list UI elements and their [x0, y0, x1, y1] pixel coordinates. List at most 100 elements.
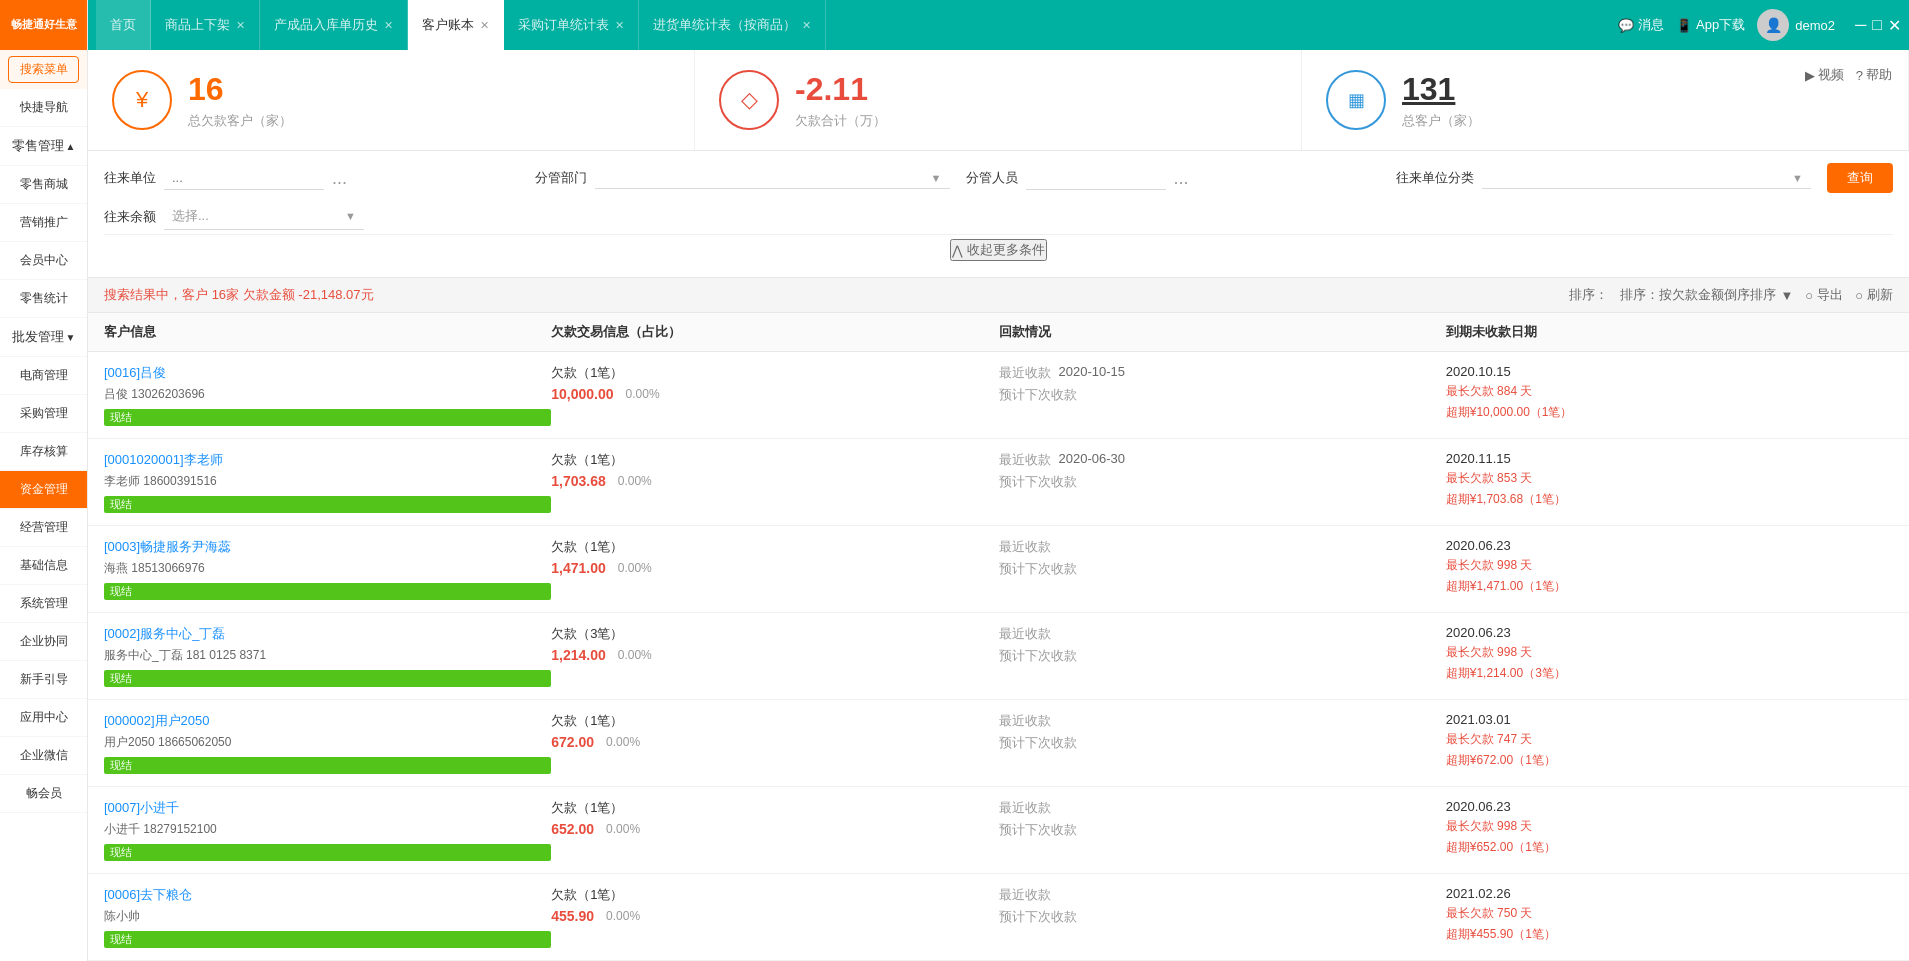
- debt-customers-label: 总欠款客户（家）: [188, 112, 292, 130]
- sidebar-item-enterprise[interactable]: 企业协同: [0, 623, 87, 661]
- sort-select[interactable]: 排序：按欠款金额倒序排序 ▼: [1620, 286, 1793, 304]
- help-label: 帮助: [1866, 66, 1892, 84]
- due-info-cell: 2020.06.23 最长欠款 998 天 超期¥652.00（1笔）: [1446, 799, 1893, 856]
- customer-phone: 海燕 18513066976: [104, 560, 551, 577]
- search-menu-button[interactable]: 搜索菜单: [8, 56, 79, 83]
- filter-dept-select[interactable]: ▼: [595, 168, 950, 189]
- customer-name-link[interactable]: [0002]服务中心_丁磊: [104, 625, 551, 643]
- debt-amount: 672.00: [551, 734, 594, 750]
- close-button[interactable]: ✕: [1888, 16, 1901, 35]
- tab-goods-stat[interactable]: 进货单统计表（按商品） ✕: [639, 0, 826, 50]
- sidebar-item-quick-nav[interactable]: 快捷导航: [0, 89, 87, 127]
- customer-name-link[interactable]: [0007]小进千: [104, 799, 551, 817]
- sidebar-item-retail-mall[interactable]: 零售商城: [0, 166, 87, 204]
- tab-home[interactable]: 首页: [96, 0, 151, 50]
- customer-name-link[interactable]: [0001020001]李老师: [104, 451, 551, 469]
- customer-phone: 小进千 18279152100: [104, 821, 551, 838]
- user-menu[interactable]: 👤 demo2: [1757, 9, 1835, 41]
- sidebar-item-member[interactable]: 畅会员: [0, 775, 87, 813]
- overdue-amount-link[interactable]: 超期¥10,000.00（1笔）: [1446, 404, 1893, 421]
- filter-balance-select[interactable]: 选择... ▼: [164, 203, 364, 230]
- chevron-down-icon: ▼: [931, 172, 942, 184]
- export-button[interactable]: ○ 导出: [1805, 286, 1843, 304]
- sidebar-item-retail-mgmt[interactable]: 零售管理 ▲: [0, 127, 87, 166]
- tab-customer-account[interactable]: 客户账本 ✕: [408, 0, 504, 50]
- due-info-cell: 2021.02.26 最长欠款 750 天 超期¥455.90（1笔）: [1446, 886, 1893, 943]
- stat-card-actions: ▶ 视频 ? 帮助: [1805, 66, 1892, 84]
- filter-person-label: 分管人员: [966, 169, 1018, 187]
- tab-products-off-label: 商品上下架: [165, 16, 230, 34]
- app-download-button[interactable]: 📱 App下载: [1676, 16, 1745, 34]
- last-payment-row: 最近收款 2020-06-30: [999, 451, 1446, 469]
- sidebar-item-purchase-mgmt[interactable]: 采购管理: [0, 395, 87, 433]
- tab-products-off[interactable]: 商品上下架 ✕: [151, 0, 260, 50]
- chevron-down-icon: ▼: [345, 210, 356, 222]
- tab-close-icon[interactable]: ✕: [236, 19, 245, 32]
- filter-person-input[interactable]: [1026, 166, 1166, 190]
- sidebar-item-finance[interactable]: 资金管理: [0, 471, 87, 509]
- result-debt-prefix: 欠款金额: [243, 287, 295, 302]
- overdue-amount-link[interactable]: 超期¥652.00（1笔）: [1446, 839, 1893, 856]
- tab-close-icon[interactable]: ✕: [615, 19, 624, 32]
- sidebar-item-new-guide[interactable]: 新手引导: [0, 661, 87, 699]
- overdue-amount-link[interactable]: 超期¥1,214.00（3笔）: [1446, 665, 1893, 682]
- result-debt-amount: -21,148.07元: [298, 287, 373, 302]
- tab-close-icon[interactable]: ✕: [480, 19, 489, 32]
- debt-row: 1,214.00 0.00%: [551, 647, 998, 663]
- result-customer-count: 16家: [212, 287, 239, 302]
- debt-count: 欠款（1笔）: [551, 712, 998, 730]
- debt-percent: 0.00%: [606, 909, 640, 923]
- refresh-button[interactable]: ○ 刷新: [1855, 286, 1893, 304]
- maximize-button[interactable]: □: [1872, 16, 1882, 35]
- tab-products-history[interactable]: 产成品入库单历史 ✕: [260, 0, 408, 50]
- tab-products-history-label: 产成品入库单历史: [274, 16, 378, 34]
- tab-close-icon[interactable]: ✕: [802, 19, 811, 32]
- col-header-recovery: 回款情况: [999, 323, 1446, 341]
- next-payment-label: 预计下次收款: [999, 734, 1077, 752]
- message-icon: 💬: [1618, 18, 1634, 33]
- last-payment-row: 最近收款: [999, 886, 1446, 904]
- debt-customers-value: 16: [188, 71, 292, 108]
- sidebar-item-marketing[interactable]: 营销推广: [0, 204, 87, 242]
- debt-row: 1,471.00 0.00%: [551, 560, 998, 576]
- sidebar-item-system[interactable]: 系统管理: [0, 585, 87, 623]
- collapse-button[interactable]: ⋀ 收起更多条件: [950, 239, 1047, 261]
- overdue-amount-link[interactable]: 超期¥1,471.00（1笔）: [1446, 578, 1893, 595]
- next-payment-row: 预计下次收款: [999, 821, 1446, 839]
- sidebar-item-inventory[interactable]: 库存核算: [0, 433, 87, 471]
- overdue-amount-link[interactable]: 超期¥1,703.68（1笔）: [1446, 491, 1893, 508]
- sidebar-item-batch-mgmt[interactable]: 批发管理 ▼: [0, 318, 87, 357]
- sidebar-item-app-center[interactable]: 应用中心: [0, 699, 87, 737]
- next-payment-row: 预计下次收款: [999, 473, 1446, 491]
- customer-name-link[interactable]: [0006]去下粮仓: [104, 886, 551, 904]
- person-ellipsis-icon[interactable]: ...: [1174, 168, 1189, 189]
- filter-from-unit-input[interactable]: [164, 166, 324, 190]
- help-button[interactable]: ? 帮助: [1856, 66, 1892, 84]
- overdue-days: 最长欠款 750 天: [1446, 905, 1893, 922]
- sidebar-item-enterprise-wechat[interactable]: 企业微信: [0, 737, 87, 775]
- total-customers-value: 131: [1402, 71, 1480, 108]
- messages-button[interactable]: 💬 消息: [1618, 16, 1664, 34]
- table-row: [0006]去下粮仓 陈小帅 现结 欠款（1笔） 455.90 0.00% 最近…: [88, 874, 1909, 961]
- overdue-amount-link[interactable]: 超期¥672.00（1笔）: [1446, 752, 1893, 769]
- customer-tag: 现结: [104, 409, 551, 426]
- customer-name-link[interactable]: [0003]畅捷服务尹海蕊: [104, 538, 551, 556]
- sidebar-item-operations[interactable]: 经营管理: [0, 509, 87, 547]
- customer-name-link[interactable]: [000002]用户2050: [104, 712, 551, 730]
- tab-purchase-order[interactable]: 采购订单统计表 ✕: [504, 0, 639, 50]
- sidebar-item-retail-stats[interactable]: 零售统计: [0, 280, 87, 318]
- customer-name-link[interactable]: [0016]吕俊: [104, 364, 551, 382]
- filter-unit-class-select[interactable]: ▼: [1482, 168, 1811, 189]
- video-button[interactable]: ▶ 视频: [1805, 66, 1844, 84]
- overdue-amount-link[interactable]: 超期¥455.90（1笔）: [1446, 926, 1893, 943]
- sidebar-item-member-center[interactable]: 会员中心: [0, 242, 87, 280]
- tab-close-icon[interactable]: ✕: [384, 19, 393, 32]
- search-button[interactable]: 查询: [1827, 163, 1893, 193]
- due-info-cell: 2020.10.15 最长欠款 884 天 超期¥10,000.00（1笔）: [1446, 364, 1893, 421]
- table-header: 客户信息 欠款交易信息（占比） 回款情况 到期未收款日期: [88, 313, 1909, 352]
- from-unit-ellipsis-icon[interactable]: ...: [332, 168, 347, 189]
- sidebar-item-basic-info[interactable]: 基础信息: [0, 547, 87, 585]
- minimize-button[interactable]: ─: [1855, 16, 1866, 35]
- filter-area: 往来单位 ... 分管部门 ▼ 分管人员 ... 往来: [88, 151, 1909, 278]
- sidebar-item-ecommerce[interactable]: 电商管理: [0, 357, 87, 395]
